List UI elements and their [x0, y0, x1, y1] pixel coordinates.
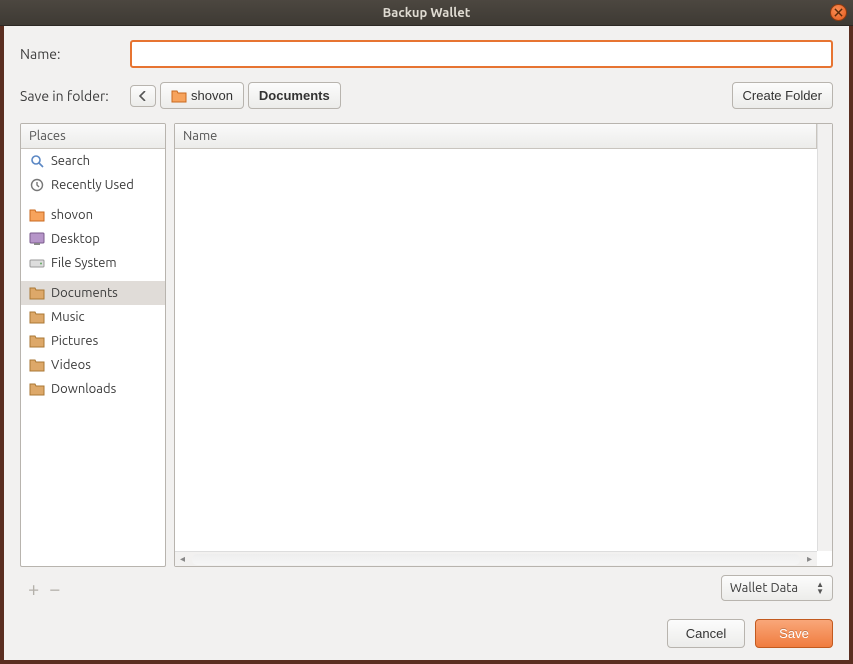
places-item-documents[interactable]: Documents [21, 281, 165, 305]
files-column-header[interactable]: Name [175, 124, 817, 149]
close-icon [834, 8, 843, 17]
scroll-right-arrow-icon[interactable]: ▸ [802, 553, 817, 566]
places-item-videos[interactable]: Videos [21, 353, 165, 377]
clock-icon [29, 177, 45, 193]
files-pane: Name ◂ ▸ [174, 123, 833, 567]
add-bookmark-button: + [28, 577, 39, 600]
places-header: Places [21, 124, 165, 149]
places-item-label: Downloads [51, 382, 116, 396]
places-item-label: Documents [51, 286, 118, 300]
places-item-recent[interactable]: Recently Used [21, 173, 165, 197]
save-in-row: Save in folder: shovon Documents Create … [20, 82, 833, 109]
search-icon [29, 153, 45, 169]
name-label: Name: [20, 46, 130, 62]
places-pane: Places Search Recently Used shovon Deskt… [20, 123, 166, 567]
action-row: Cancel Save [20, 619, 833, 648]
file-type-select[interactable]: Wallet Data ▲▼ [721, 575, 833, 601]
places-item-label: Search [51, 154, 90, 168]
scrollbar-vertical[interactable] [817, 124, 832, 551]
below-row: + − Wallet Data ▲▼ [20, 575, 833, 601]
places-item-label: Pictures [51, 334, 98, 348]
breadcrumb-back-button[interactable] [130, 85, 156, 107]
scrollbar-horizontal[interactable]: ◂ ▸ [175, 551, 817, 566]
folder-icon [29, 381, 45, 397]
places-item-pictures[interactable]: Pictures [21, 329, 165, 353]
places-item-desktop[interactable]: Desktop [21, 227, 165, 251]
breadcrumb-item-home[interactable]: shovon [160, 82, 244, 109]
titlebar: Backup Wallet [0, 0, 853, 26]
places-item-label: File System [51, 256, 117, 270]
name-input[interactable] [130, 40, 833, 68]
save-in-label: Save in folder: [20, 88, 130, 104]
cancel-button[interactable]: Cancel [667, 619, 745, 648]
home-folder-icon [171, 89, 187, 103]
close-button[interactable] [830, 4, 847, 21]
file-chooser: Places Search Recently Used shovon Deskt… [20, 123, 833, 567]
places-item-home[interactable]: shovon [21, 203, 165, 227]
file-type-label: Wallet Data [730, 581, 798, 595]
create-folder-button[interactable]: Create Folder [732, 82, 833, 109]
desktop-icon [29, 231, 45, 247]
dialog-body: Name: Save in folder: shovon Documents C… [0, 26, 853, 664]
places-item-search[interactable]: Search [21, 149, 165, 173]
breadcrumb-item-current[interactable]: Documents [248, 82, 341, 109]
places-item-label: shovon [51, 208, 93, 222]
scroll-track[interactable] [192, 554, 800, 565]
drive-icon [29, 255, 45, 271]
name-row: Name: [20, 40, 833, 68]
scroll-left-arrow-icon[interactable]: ◂ [175, 553, 190, 566]
files-list[interactable] [175, 149, 832, 566]
window-title: Backup Wallet [383, 6, 471, 20]
places-item-music[interactable]: Music [21, 305, 165, 329]
save-button[interactable]: Save [755, 619, 833, 648]
places-item-label: Recently Used [51, 178, 134, 192]
remove-bookmark-button: − [49, 577, 60, 600]
breadcrumb-label: shovon [191, 88, 233, 103]
folder-icon [29, 333, 45, 349]
places-item-label: Music [51, 310, 85, 324]
folder-icon [29, 357, 45, 373]
bookmark-controls: + − [20, 577, 61, 600]
breadcrumb: shovon Documents Create Folder [130, 82, 833, 109]
home-folder-icon [29, 207, 45, 223]
folder-icon [29, 309, 45, 325]
spinner-arrows-icon: ▲▼ [816, 581, 824, 595]
chevron-left-icon [139, 91, 147, 101]
folder-icon [29, 285, 45, 301]
places-item-label: Videos [51, 358, 91, 372]
places-item-filesystem[interactable]: File System [21, 251, 165, 275]
places-item-label: Desktop [51, 232, 100, 246]
places-item-downloads[interactable]: Downloads [21, 377, 165, 401]
breadcrumb-label: Documents [259, 88, 330, 103]
